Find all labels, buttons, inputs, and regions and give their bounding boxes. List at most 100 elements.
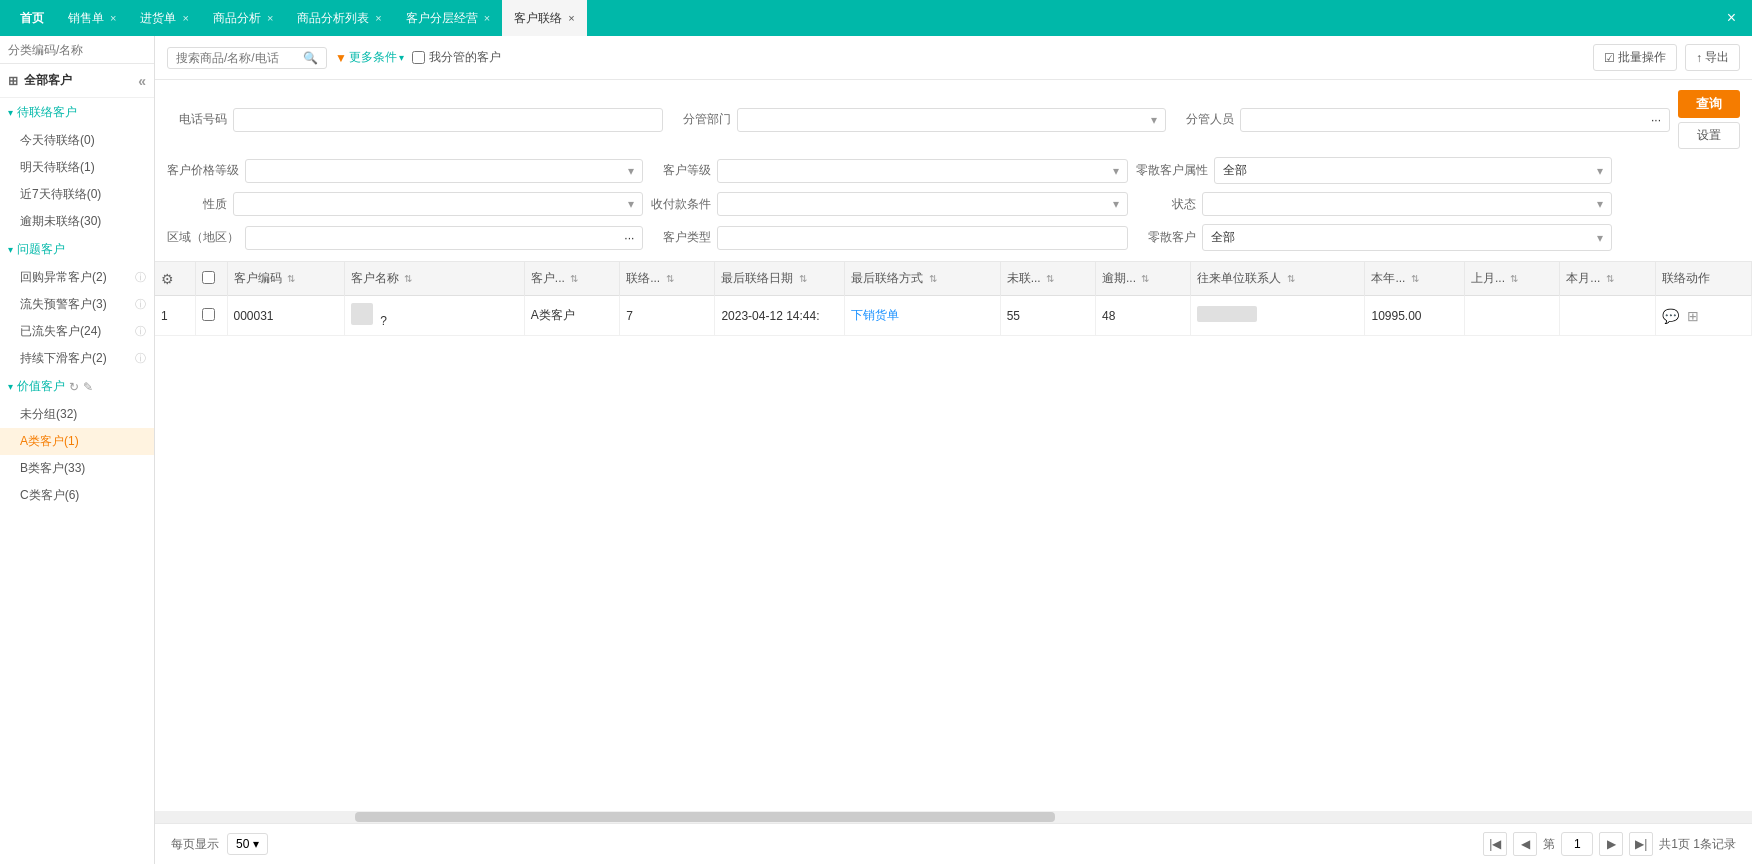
scrollbar-thumb[interactable] (355, 812, 1055, 822)
sidebar-search-area: 🔍 (0, 36, 154, 64)
sort-icon[interactable]: ⇅ (799, 273, 807, 284)
region-input[interactable]: ··· (245, 226, 643, 250)
qr-code-icon[interactable]: ⊞ (1687, 308, 1699, 324)
sidebar-group-value[interactable]: ▾ 价值客户 ↻ ✎ (0, 372, 154, 401)
page-label: 第 (1543, 836, 1555, 853)
close-icon[interactable]: × (484, 12, 490, 24)
retail-customer-select[interactable]: 全部 ▾ (1202, 224, 1612, 251)
edit-icon[interactable]: ✎ (83, 380, 93, 394)
prev-page-button[interactable]: ◀ (1513, 832, 1537, 856)
payment-select[interactable]: ▾ (717, 192, 1127, 216)
close-icon[interactable]: × (375, 12, 381, 24)
sort-icon[interactable]: ⇅ (1510, 273, 1518, 284)
nav-tab-sales[interactable]: 销售单 × (56, 0, 128, 36)
sort-icon[interactable]: ⇅ (287, 273, 295, 284)
cell-this-year: 10995.00 (1365, 296, 1465, 336)
close-icon[interactable]: × (182, 12, 188, 24)
horizontal-scrollbar[interactable] (155, 811, 1752, 823)
chevron-down-icon: ▾ (8, 107, 13, 118)
info-icon: ⓘ (135, 297, 146, 312)
page-navigation: |◀ ◀ 第 ▶ ▶| 共1页 1条记录 (1483, 832, 1736, 856)
sort-icon[interactable]: ⇅ (1287, 273, 1295, 284)
sidebar-item-class-c[interactable]: C类客户(6) (0, 482, 154, 509)
refresh-icon[interactable]: ↻ (69, 380, 79, 394)
nav-tab-customer-segment[interactable]: 客户分层经营 × (394, 0, 502, 36)
main-search-input[interactable] (176, 51, 299, 65)
customer-level-field: 客户等级 ▾ (651, 159, 1127, 183)
dept-select[interactable]: ▾ (737, 108, 1167, 132)
nav-tab-customer-contact[interactable]: 客户联络 × (502, 0, 586, 36)
customer-level-select[interactable]: ▾ (717, 159, 1127, 183)
info-icon: ⓘ (135, 270, 146, 285)
more-dots-icon: ··· (1651, 113, 1661, 127)
contact-avatar (1197, 306, 1257, 322)
price-level-field: 客户价格等级 ▾ (167, 159, 643, 183)
sidebar-group-problem[interactable]: ▾ 问题客户 (0, 235, 154, 264)
settings-button[interactable]: 设置 (1678, 122, 1740, 149)
col-overdue: 逾期... ⇅ (1095, 262, 1190, 296)
more-conditions-button[interactable]: ▼ 更多条件 ▾ (335, 49, 404, 66)
column-settings-button[interactable]: ⚙ (161, 271, 174, 287)
close-icon[interactable]: × (267, 12, 273, 24)
cell-type: A类客户 (524, 296, 619, 336)
col-type: 客户... ⇅ (524, 262, 619, 296)
sidebar-item-7days[interactable]: 近7天待联络(0) (0, 181, 154, 208)
phone-input[interactable] (233, 108, 663, 132)
page-number-input[interactable] (1561, 832, 1593, 856)
sort-icon[interactable]: ⇅ (404, 273, 412, 284)
sort-icon[interactable]: ⇅ (1141, 273, 1149, 284)
sort-icon[interactable]: ⇅ (929, 273, 937, 284)
my-customers-checkbox[interactable] (412, 51, 425, 64)
sort-icon[interactable]: ⇅ (666, 273, 674, 284)
price-level-select[interactable]: ▾ (245, 159, 643, 183)
window-close-button[interactable]: × (1719, 9, 1744, 27)
sidebar-group-pending[interactable]: ▾ 待联络客户 (0, 98, 154, 127)
batch-operation-button[interactable]: ☑ 批量操作 (1593, 44, 1677, 71)
sidebar-item-declining[interactable]: 持续下滑客户(2) ⓘ (0, 345, 154, 372)
sidebar-item-overdue[interactable]: 逾期未联络(30) (0, 208, 154, 235)
page-size-select[interactable]: 50 ▾ (227, 833, 268, 855)
phone-filter-field: 电话号码 (167, 108, 663, 132)
last-method-link[interactable]: 下销货单 (851, 308, 899, 322)
sidebar-item-repurchase-abnormal[interactable]: 回购异常客户(2) ⓘ (0, 264, 154, 291)
chevron-down-icon: ▾ (1113, 164, 1119, 178)
select-all-checkbox[interactable] (202, 271, 215, 284)
next-page-button[interactable]: ▶ (1599, 832, 1623, 856)
sidebar-item-tomorrow[interactable]: 明天待联络(1) (0, 154, 154, 181)
status-select[interactable]: ▾ (1202, 192, 1612, 216)
first-page-button[interactable]: |◀ (1483, 832, 1507, 856)
retail-attr-select[interactable]: 全部 ▾ (1214, 157, 1612, 184)
manager-input[interactable]: ··· (1240, 108, 1670, 132)
search-icon[interactable]: 🔍 (303, 51, 318, 65)
export-button[interactable]: ↑ 导出 (1685, 44, 1740, 71)
sort-icon[interactable]: ⇅ (1606, 273, 1614, 284)
row-checkbox[interactable] (202, 308, 215, 321)
sidebar-search-input[interactable] (8, 43, 155, 57)
sidebar-item-class-a[interactable]: A类客户(1) (0, 428, 154, 455)
message-icon[interactable]: 💬 (1662, 308, 1679, 324)
customer-type-input[interactable] (717, 226, 1127, 250)
nav-tab-purchase[interactable]: 进货单 × (128, 0, 200, 36)
collapse-icon[interactable]: « (138, 73, 146, 89)
nav-tab-home[interactable]: 首页 (8, 0, 56, 36)
close-icon[interactable]: × (110, 12, 116, 24)
nav-tab-product-analysis[interactable]: 商品分析 × (201, 0, 285, 36)
sidebar-item-ungrouped[interactable]: 未分组(32) (0, 401, 154, 428)
nav-tab-product-list[interactable]: 商品分析列表 × (285, 0, 393, 36)
sidebar-item-churn-warning[interactable]: 流失预警客户(3) ⓘ (0, 291, 154, 318)
sidebar-item-churned[interactable]: 已流失客户(24) ⓘ (0, 318, 154, 345)
sidebar-item-class-b[interactable]: B类客户(33) (0, 455, 154, 482)
sidebar-item-today[interactable]: 今天待联络(0) (0, 127, 154, 154)
chevron-down-icon: ▾ (1151, 113, 1157, 127)
cell-no-contact: 55 (1000, 296, 1095, 336)
all-customers-header[interactable]: ⊞ 全部客户 « (0, 64, 154, 98)
query-button[interactable]: 查询 (1678, 90, 1740, 118)
top-navigation: 首页 销售单 × 进货单 × 商品分析 × 商品分析列表 × 客户分层经营 × … (0, 0, 1752, 36)
top-buttons: ☑ 批量操作 ↑ 导出 (1593, 44, 1740, 71)
sort-icon[interactable]: ⇅ (570, 273, 578, 284)
nature-select[interactable]: ▾ (233, 192, 643, 216)
sort-icon[interactable]: ⇅ (1046, 273, 1054, 284)
close-icon[interactable]: × (568, 12, 574, 24)
last-page-button[interactable]: ▶| (1629, 832, 1653, 856)
sort-icon[interactable]: ⇅ (1411, 273, 1419, 284)
